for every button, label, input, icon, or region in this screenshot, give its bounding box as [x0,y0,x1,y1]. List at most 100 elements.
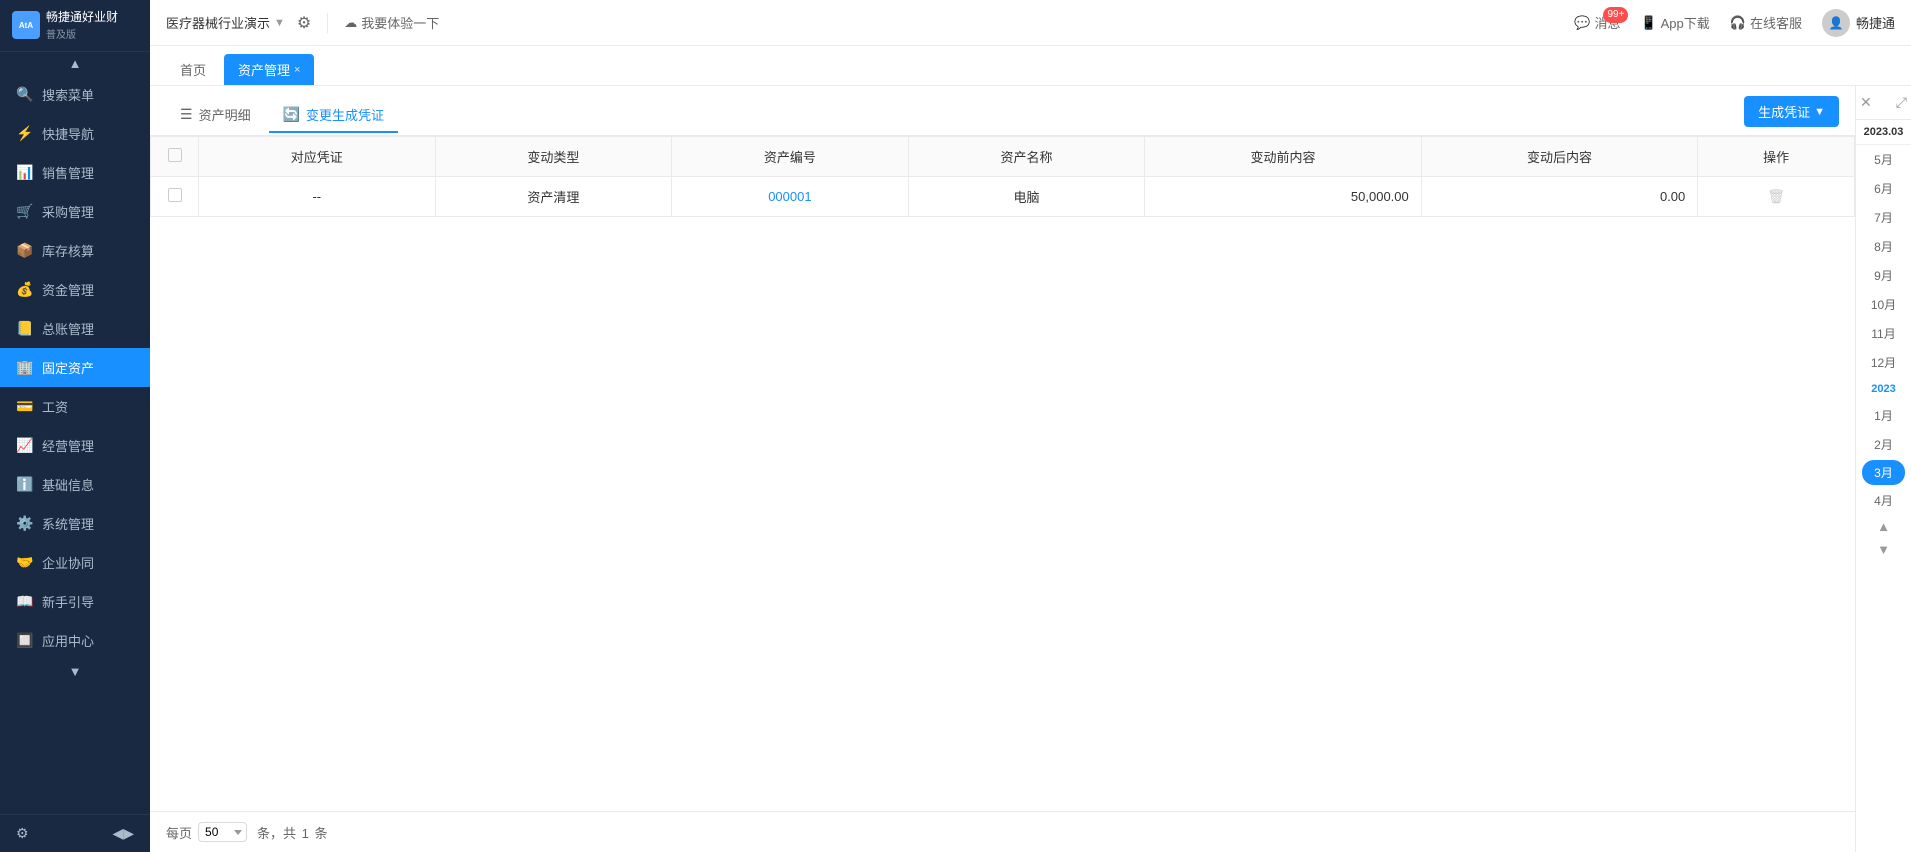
sidebar: AtA 畅捷通好业财 普及版 ▲ 🔍 搜索菜单 ⚡ 快捷导航 📊 销售管理 🛒 … [0,0,150,852]
row-asset-name: 电脑 [908,177,1145,217]
sidebar-item-app-center[interactable]: 🔲 应用中心 [0,621,150,660]
row-change-type: 资产清理 [435,177,672,217]
sidebar-item-guide[interactable]: 📖 新手引导 [0,582,150,621]
basic-info-icon: ℹ️ [16,475,34,493]
page-tabs: 首页 资产管理 × [150,46,1911,86]
sidebar-item-inventory[interactable]: 📦 库存核算 [0,231,150,270]
fund-icon: 💰 [16,280,34,298]
sidebar-item-salary[interactable]: 💳 工资 [0,387,150,426]
calendar-year-header: 2023.03 [1856,120,1911,145]
panel-close-icon[interactable]: ✕ [1860,94,1872,111]
company-name: 医疗器械行业演示 [166,13,270,32]
sidebar-item-search[interactable]: 🔍 搜索菜单 [0,75,150,114]
sidebar-item-basic-info[interactable]: ℹ️ 基础信息 [0,465,150,504]
col-asset-name: 资产名称 [908,137,1145,177]
panel-header: ✕ ⤢ [1856,86,1911,120]
sidebar-item-sales[interactable]: 📊 销售管理 [0,153,150,192]
calendar-month-6[interactable]: 6月 [1856,174,1911,203]
calendar-month-10[interactable]: 10月 [1856,290,1911,319]
messages-button[interactable]: 💬 消息 99+ [1574,13,1620,32]
system-icon: ⚙️ [16,514,34,532]
row-asset-code: 000001 [672,177,909,217]
change-voucher-icon: 🔄 [283,106,300,123]
app-version: 普及版 [46,26,118,41]
collapse-icon[interactable]: ◀▶ [112,825,134,842]
inventory-icon: 📦 [16,241,34,259]
per-page-select[interactable]: 50 10 20 100 [198,822,247,842]
salary-icon: 💳 [16,397,34,415]
row-after-content: 0.00 [1421,177,1698,217]
tab-asset-detail[interactable]: ☰ 资产明细 [166,98,265,133]
generate-voucher-button[interactable]: 生成凭证 ▼ [1744,96,1839,127]
col-action: 操作 [1698,137,1855,177]
ledger-icon: 📒 [16,319,34,337]
user-menu[interactable]: 👤 畅捷通 [1822,9,1895,37]
calendar-month-2023-2[interactable]: 2月 [1856,430,1911,459]
row-checkbox[interactable] [168,188,182,202]
sidebar-nav: ▲ 🔍 搜索菜单 ⚡ 快捷导航 📊 销售管理 🛒 采购管理 📦 库存核算 💰 资… [0,52,150,814]
sidebar-scroll-down[interactable]: ▼ [0,660,150,683]
tab-asset-management[interactable]: 资产管理 × [224,54,314,85]
tab-home[interactable]: 首页 [166,54,220,85]
calendar-scroll[interactable]: 5月 6月 7月 8月 9月 10月 11月 12月 2023 1月 2月 3月… [1856,145,1911,852]
calendar-month-7[interactable]: 7月 [1856,203,1911,232]
sidebar-bottom: ⚙ ◀▶ [0,814,150,852]
generate-dropdown-icon: ▼ [1814,106,1825,118]
app-center-icon: 🔲 [16,631,34,649]
calendar-year-2023: 2023 [1856,377,1911,401]
content-main: ☰ 资产明细 🔄 变更生成凭证 生成凭证 ▼ [150,86,1855,852]
purchase-icon: 🛒 [16,202,34,220]
sidebar-scroll-up[interactable]: ▲ [0,52,150,75]
experience-link[interactable]: ☁ 我要体验一下 [344,13,439,32]
sidebar-item-fixed-asset[interactable]: 🏢 固定资产 [0,348,150,387]
message-icon: 💬 [1574,15,1590,31]
col-after-content: 变动后内容 [1421,137,1698,177]
calendar-month-9[interactable]: 9月 [1856,261,1911,290]
calendar-month-2023-4[interactable]: 4月 [1856,486,1911,515]
calendar-scroll-up[interactable]: ▲ [1856,515,1911,538]
topbar: 医疗器械行业演示 ▼ ⚙ ☁ 我要体验一下 💬 消息 99+ 📱 App下载 🎧… [150,0,1911,46]
row-action-cell: 🗑 [1698,177,1855,217]
col-before-content: 变动前内容 [1145,137,1422,177]
sidebar-item-fund[interactable]: 💰 资金管理 [0,270,150,309]
quick-nav-icon: ⚡ [16,124,34,142]
calendar-month-12[interactable]: 12月 [1856,348,1911,377]
sidebar-item-quick-nav[interactable]: ⚡ 快捷导航 [0,114,150,153]
online-service-button[interactable]: 🎧 在线客服 [1730,13,1802,32]
select-all-checkbox[interactable] [168,148,182,162]
calendar-scroll-down[interactable]: ▼ [1856,538,1911,561]
delete-icon[interactable]: 🗑 [1767,188,1785,204]
calendar-month-11[interactable]: 11月 [1856,319,1911,348]
tab-close-icon[interactable]: × [294,64,300,76]
experience-icon: ☁ [344,15,357,31]
service-icon: 🎧 [1730,15,1746,31]
sales-icon: 📊 [16,163,34,181]
company-settings-icon[interactable]: ⚙ [297,13,311,33]
calendar-month-8[interactable]: 8月 [1856,232,1911,261]
app-download-button[interactable]: 📱 App下载 [1640,13,1709,32]
management-icon: 📈 [16,436,34,454]
sidebar-item-enterprise[interactable]: 🤝 企业协同 [0,543,150,582]
row-voucher: -- [199,177,436,217]
topbar-divider [327,13,328,33]
sidebar-item-purchase[interactable]: 🛒 采购管理 [0,192,150,231]
col-asset-code: 资产编号 [672,137,909,177]
download-icon: 📱 [1640,15,1656,31]
sidebar-logo: AtA 畅捷通好业财 普及版 [0,0,150,52]
app-name: 畅捷通好业财 [46,10,118,26]
sidebar-item-system[interactable]: ⚙️ 系统管理 [0,504,150,543]
calendar-month-2023-3[interactable]: 3月 [1862,460,1905,485]
company-selector[interactable]: 医疗器械行业演示 ▼ [166,13,285,32]
calendar-month-5[interactable]: 5月 [1856,145,1911,174]
sub-tabs: ☰ 资产明细 🔄 变更生成凭证 生成凭证 ▼ [150,86,1855,136]
pagination: 每页 50 10 20 100 条，共 1 条 [150,811,1855,852]
per-page-label: 每页 [166,823,192,842]
table-container: 对应凭证 变动类型 资产编号 资产名称 变动前内容 变动后内容 操作 [150,136,1855,811]
settings-icon[interactable]: ⚙ [16,825,29,842]
sidebar-item-ledger[interactable]: 📒 总账管理 [0,309,150,348]
sidebar-item-management[interactable]: 📈 经营管理 [0,426,150,465]
guide-icon: 📖 [16,592,34,610]
tab-change-voucher[interactable]: 🔄 变更生成凭证 [269,98,398,133]
panel-expand-icon[interactable]: ⤢ [1896,94,1907,111]
calendar-month-2023-1[interactable]: 1月 [1856,401,1911,430]
